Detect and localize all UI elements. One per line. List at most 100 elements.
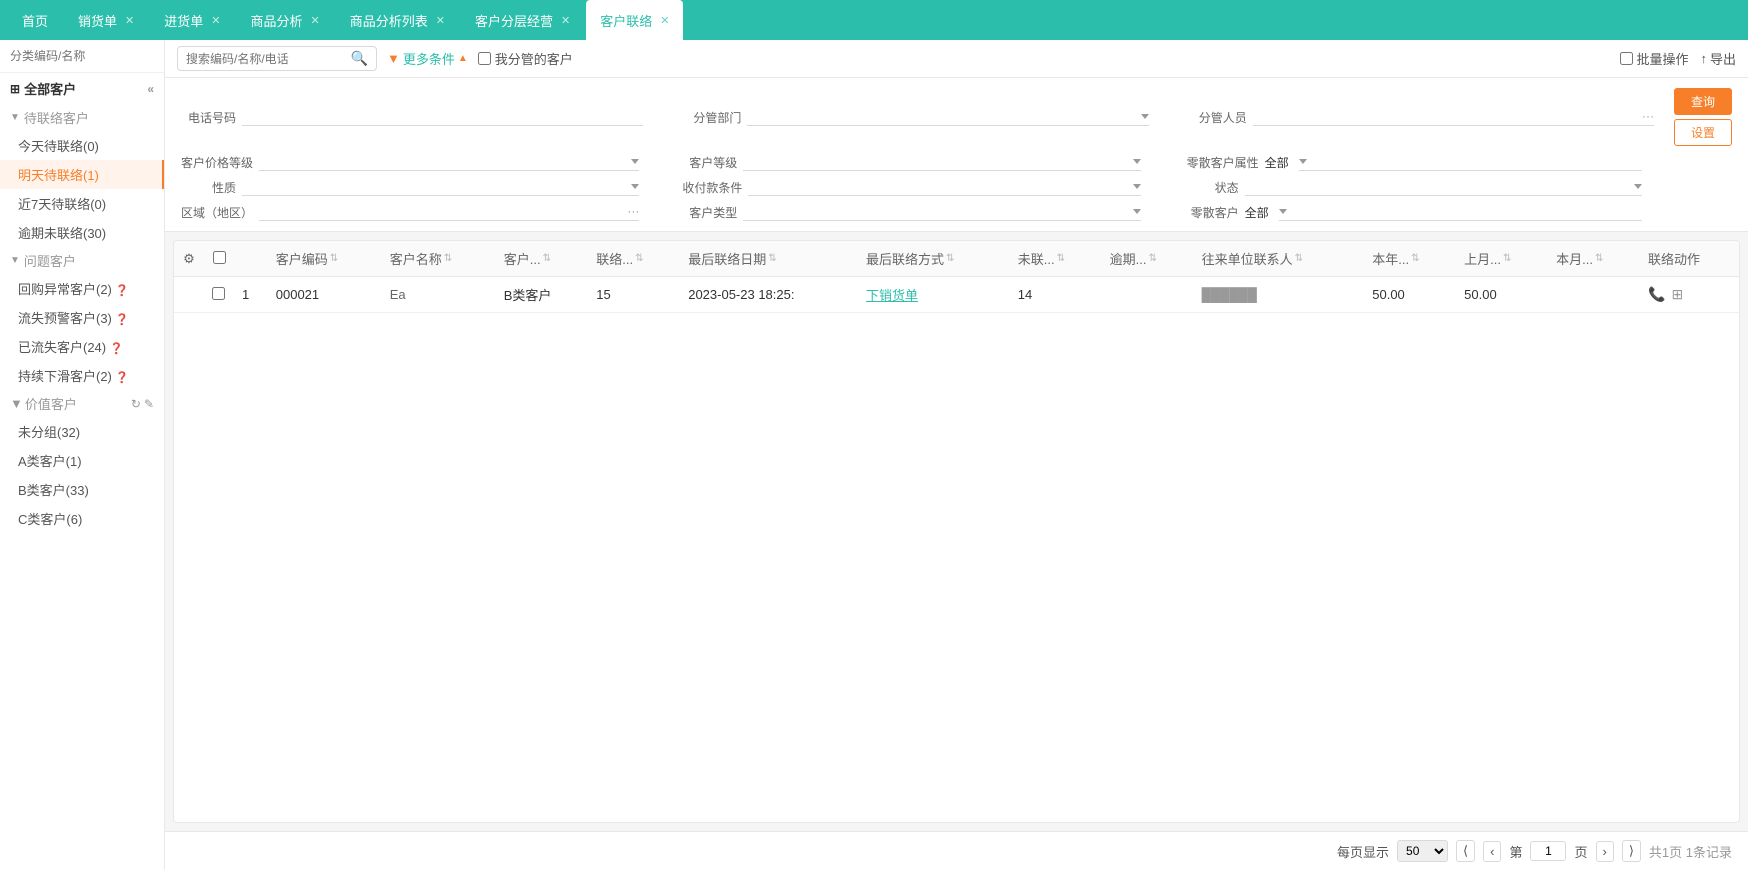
filter-retail-attr-select[interactable] [1299,154,1642,171]
nav-product-analysis-list[interactable]: 商品分析列表 ✕ [336,0,459,40]
sidebar-item-classB[interactable]: B类客户(33) [0,475,164,504]
sidebar-collapse-icon[interactable]: « [147,82,154,96]
more-conditions-btn[interactable]: ▼ 更多条件 ▲ [387,49,468,68]
batch-op-btn[interactable]: 批量操作 [1620,49,1688,68]
col-this-month-sort[interactable]: ⇅ [1595,253,1603,264]
per-page-select[interactable]: 50 20 100 [1397,840,1448,862]
row-select-checkbox[interactable] [212,287,225,300]
filter-status-arrow [1634,179,1642,193]
last-page-btn[interactable]: ⟩ [1622,840,1641,862]
col-contacts-sort[interactable]: ⇅ [635,253,643,264]
reset-button[interactable]: 设置 [1674,119,1732,146]
filter-status-select[interactable] [1245,179,1642,196]
sidebar-problem-arrow[interactable]: ▼ [10,255,20,266]
col-not-contacted-sort[interactable]: ⇅ [1057,253,1065,264]
sidebar-help-icon-3: ❓ [109,343,123,355]
sidebar-item-abnormal[interactable]: 回购异常客户(2) ❓ [0,274,164,303]
prev-page-btn[interactable]: ‹ [1483,841,1501,862]
data-table: ⚙ 客户编码 ⇅ [174,241,1739,313]
batch-op-checkbox[interactable] [1620,52,1633,65]
sidebar-item-classA[interactable]: A类客户(1) [0,446,164,475]
nav-customer-tier-label: 客户分层经营 [475,11,553,30]
nav-product-analysis-label: 商品分析 [250,11,302,30]
qrcode-action-icon[interactable]: ⊞ [1671,286,1683,303]
nav-sales[interactable]: 销货单 ✕ [64,0,148,40]
nav-customer-tier-close[interactable]: ✕ [561,14,570,27]
sidebar-item-overdue[interactable]: 逾期未联络(30) [0,218,164,247]
col-last-way-sort[interactable]: ⇅ [946,253,954,264]
filter-nature-select[interactable] [242,179,639,196]
next-page-btn[interactable]: › [1596,841,1614,862]
page-input[interactable] [1530,841,1566,861]
sidebar-edit-icon[interactable]: ✎ [144,397,154,411]
sidebar-item-churn-warning[interactable]: 流失预警客户(3) ❓ [0,303,164,332]
col-type-sort[interactable]: ⇅ [543,253,551,264]
sidebar-item-churned[interactable]: 已流失客户(24) ❓ [0,332,164,361]
sidebar-item-tomorrow[interactable]: 明天待联络(1) [0,160,164,189]
filter-region-select[interactable]: ··· [259,204,639,221]
sidebar-item-today[interactable]: 今天待联络(0) [0,131,164,160]
col-last-month-sort[interactable]: ⇅ [1503,253,1511,264]
filter-payment-select[interactable] [748,179,1140,196]
my-customers-checkbox[interactable] [478,52,491,65]
filter-dept-select[interactable] [747,109,1148,126]
filter-person-dots[interactable]: ··· [1642,109,1654,123]
col-code-sort[interactable]: ⇅ [330,253,338,264]
export-icon: ↑ [1700,51,1707,66]
sidebar-refresh-icon[interactable]: ↻ [131,397,141,411]
filter-price-level: 客户价格等级 [181,154,639,171]
col-company-contact: 往来单位联系人 ⇅ [1194,241,1365,277]
sidebar-item-ungrouped[interactable]: 未分组(32) [0,417,164,446]
col-company-contact-sort[interactable]: ⇅ [1295,253,1303,264]
row-last-way-link[interactable]: 下销货单 [866,288,918,303]
sidebar-all-customers[interactable]: ⊞ 全部客户 « [0,73,164,104]
sidebar-search-input[interactable] [10,49,165,63]
filter-person-label: 分管人员 [1192,109,1247,126]
sidebar-item-classC[interactable]: C类客户(6) [0,504,164,533]
nav-customer-tier[interactable]: 客户分层经营 ✕ [461,0,584,40]
col-type: 客户... ⇅ [496,241,589,277]
filter-phone-label: 电话号码 [181,109,236,126]
filter-price-level-label: 客户价格等级 [181,154,253,171]
gear-icon[interactable]: ⚙ [183,251,195,266]
nav-purchase[interactable]: 进货单 ✕ [150,0,234,40]
filter-retail-customer-select[interactable] [1279,204,1642,221]
sidebar-item-7days[interactable]: 近7天待联络(0) [0,189,164,218]
col-overdue-sort[interactable]: ⇅ [1149,253,1157,264]
first-page-btn[interactable]: ⟨ [1456,840,1475,862]
filter-price-level-select[interactable] [259,154,639,171]
per-page-label: 每页显示 [1337,842,1389,861]
col-name-sort[interactable]: ⇅ [444,253,452,264]
export-btn[interactable]: ↑ 导出 [1700,49,1736,68]
sidebar-item-declining[interactable]: 持续下滑客户(2) ❓ [0,361,164,390]
col-this-year-sort[interactable]: ⇅ [1411,253,1419,264]
search-icon[interactable]: 🔍 [351,50,368,67]
nav-purchase-close[interactable]: ✕ [211,14,220,27]
filter-region-dots[interactable]: ··· [627,204,639,218]
filter-dept-label: 分管部门 [686,109,741,126]
sidebar-value-arrow[interactable]: ▼ [10,396,23,411]
nav-product-analysis[interactable]: 商品分析 ✕ [236,0,333,40]
row-not-contacted: 14 [1010,277,1102,313]
nav-sales-label: 销货单 [78,11,117,30]
filter-customer-type-select[interactable] [743,204,1140,221]
col-last-date-sort[interactable]: ⇅ [768,253,776,264]
search-input[interactable] [186,52,347,66]
filter-customer-level: 客户等级 [682,154,1140,171]
nav-customer-contact[interactable]: 客户联络 ✕ [586,0,683,40]
nav-sales-close[interactable]: ✕ [125,14,134,27]
my-customers-toggle[interactable]: 我分管的客户 [478,49,573,68]
nav-product-analysis-list-close[interactable]: ✕ [436,14,445,27]
contact-action-icon[interactable]: 📞 [1648,286,1665,303]
filter-phone-input[interactable] [242,109,643,123]
nav-product-analysis-close[interactable]: ✕ [311,14,320,27]
query-button[interactable]: 查询 [1674,88,1732,115]
nav-customer-contact-close[interactable]: ✕ [660,14,669,27]
sidebar-pending-arrow[interactable]: ▼ [10,112,20,123]
more-conditions-label: 更多条件 [403,49,455,68]
select-all-checkbox[interactable] [213,251,226,264]
filter-customer-level-select[interactable] [743,154,1140,171]
export-label: 导出 [1710,49,1736,68]
nav-home[interactable]: 首页 [8,0,62,40]
filter-person-select[interactable]: ··· [1253,109,1654,126]
